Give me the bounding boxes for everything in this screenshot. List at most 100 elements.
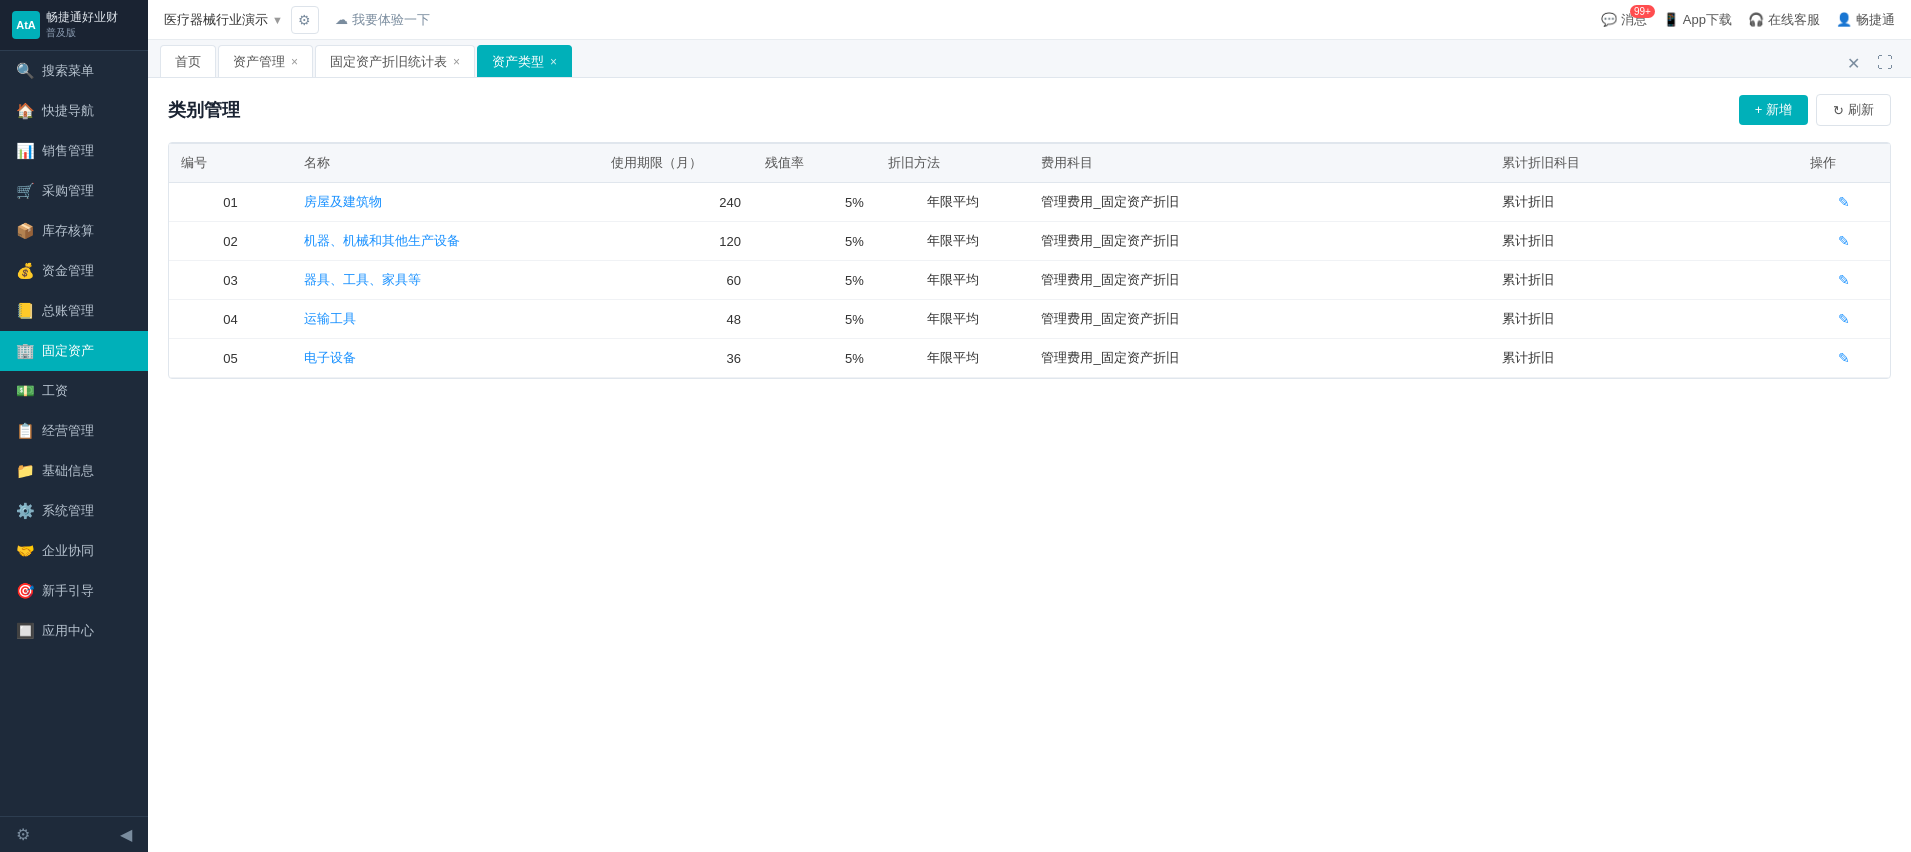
sidebar-icon-fixed: 🏢 <box>16 342 34 360</box>
tab-home[interactable]: 首页 <box>160 45 216 77</box>
user-item[interactable]: 👤 畅捷通 <box>1836 11 1895 29</box>
edit-button-2[interactable]: ✎ <box>1838 272 1850 288</box>
cell-accum-4: 累计折旧 <box>1490 339 1797 378</box>
collapse-icon[interactable]: ◀ <box>120 825 132 844</box>
name-link-1[interactable]: 机器、机械和其他生产设备 <box>304 233 460 248</box>
experience-button[interactable]: ☁ 我要体验一下 <box>335 11 430 29</box>
sidebar-label-enterprise: 企业协同 <box>42 542 94 560</box>
category-table: 编号 名称 使用期限（月） 残值率 折旧方法 费用科目 累计折旧科目 操作 01… <box>169 143 1890 378</box>
edit-button-4[interactable]: ✎ <box>1838 350 1850 366</box>
th-name: 名称 <box>292 144 599 183</box>
sidebar-label-purchase: 采购管理 <box>42 182 94 200</box>
cell-period-4: 36 <box>599 339 753 378</box>
tab-expand-btn[interactable]: ⛶ <box>1871 49 1899 77</box>
cell-name-0: 房屋及建筑物 <box>292 183 599 222</box>
project-selector[interactable]: 医疗器械行业演示 ▼ <box>164 11 283 29</box>
tab-fixed-table[interactable]: 固定资产折旧统计表 × <box>315 45 475 77</box>
sidebar-icon-system: ⚙️ <box>16 502 34 520</box>
tabs-controls: ✕ ⛶ <box>1839 49 1899 77</box>
tabs-bar: 首页 资产管理 × 固定资产折旧统计表 × 资产类型 × ✕ ⛶ <box>148 40 1911 78</box>
sidebar-icon-capital: 💰 <box>16 262 34 280</box>
service-icon: 🎧 <box>1748 12 1764 27</box>
new-button[interactable]: + 新增 <box>1739 95 1808 125</box>
sidebar-icon-salary: 💵 <box>16 382 34 400</box>
refresh-button[interactable]: ↻ 刷新 <box>1816 94 1891 126</box>
sidebar: AtA 畅捷通好业财 普及版 🔍 搜索菜单 🏠 快捷导航 📊 销售管理 🛒 采购… <box>0 0 148 852</box>
name-link-4[interactable]: 电子设备 <box>304 350 356 365</box>
online-service-item[interactable]: 🎧 在线客服 <box>1748 11 1820 29</box>
sidebar-item-appstore[interactable]: 🔲 应用中心 <box>0 611 148 651</box>
settings-button[interactable]: ⚙ <box>291 6 319 34</box>
sidebar-item-enterprise[interactable]: 🤝 企业协同 <box>0 531 148 571</box>
sidebar-item-basic[interactable]: 📁 基础信息 <box>0 451 148 491</box>
sidebar-item-quicknav[interactable]: 🏠 快捷导航 <box>0 91 148 131</box>
cell-expense-4: 管理费用_固定资产折旧 <box>1029 339 1490 378</box>
sidebar-icon-inventory: 📦 <box>16 222 34 240</box>
sidebar-label-salary: 工资 <box>42 382 68 400</box>
refresh-label: 刷新 <box>1848 101 1874 119</box>
cell-expense-2: 管理费用_固定资产折旧 <box>1029 261 1490 300</box>
tab-fixed-table-label: 固定资产折旧统计表 <box>330 53 447 71</box>
sidebar-label-sales: 销售管理 <box>42 142 94 160</box>
download-label: App下载 <box>1683 11 1732 29</box>
sidebar-item-inventory[interactable]: 📦 库存核算 <box>0 211 148 251</box>
sidebar-item-newguide[interactable]: 🎯 新手引导 <box>0 571 148 611</box>
sidebar-label-quicknav: 快捷导航 <box>42 102 94 120</box>
notification-item[interactable]: 💬 消息 99 <box>1601 11 1647 29</box>
edit-button-3[interactable]: ✎ <box>1838 311 1850 327</box>
service-label: 在线客服 <box>1768 11 1820 29</box>
sidebar-label-operation: 经营管理 <box>42 422 94 440</box>
cell-rate-4: 5% <box>753 339 876 378</box>
sidebar-label-newguide: 新手引导 <box>42 582 94 600</box>
experience-text: 我要体验一下 <box>352 11 430 29</box>
sidebar-item-operation[interactable]: 📋 经营管理 <box>0 411 148 451</box>
sidebar-label-fixed: 固定资产 <box>42 342 94 360</box>
sidebar-icon-appstore: 🔲 <box>16 622 34 640</box>
logo-text-block: 畅捷通好业财 普及版 <box>46 10 118 40</box>
tab-asset-mgmt[interactable]: 资产管理 × <box>218 45 313 77</box>
dropdown-icon: ▼ <box>272 14 283 26</box>
name-link-3[interactable]: 运输工具 <box>304 311 356 326</box>
table-head: 编号 名称 使用期限（月） 残值率 折旧方法 费用科目 累计折旧科目 操作 <box>169 144 1890 183</box>
cell-accum-1: 累计折旧 <box>1490 222 1797 261</box>
cell-expense-0: 管理费用_固定资产折旧 <box>1029 183 1490 222</box>
name-link-2[interactable]: 器具、工具、家具等 <box>304 272 421 287</box>
tab-close-btn[interactable]: ✕ <box>1839 49 1867 77</box>
sidebar-item-ledger[interactable]: 📒 总账管理 <box>0 291 148 331</box>
edit-button-1[interactable]: ✎ <box>1838 233 1850 249</box>
sidebar-label-search: 搜索菜单 <box>42 62 94 80</box>
edit-button-0[interactable]: ✎ <box>1838 194 1850 210</box>
sidebar-item-search[interactable]: 🔍 搜索菜单 <box>0 51 148 91</box>
username: 畅捷通 <box>1856 11 1895 29</box>
cell-code-1: 02 <box>169 222 292 261</box>
app-download-item[interactable]: 📱 App下载 <box>1663 11 1732 29</box>
logo-icon: AtA <box>12 11 40 39</box>
tab-asset-type[interactable]: 资产类型 × <box>477 45 572 77</box>
table-header-row: 编号 名称 使用期限（月） 残值率 折旧方法 费用科目 累计折旧科目 操作 <box>169 144 1890 183</box>
th-method: 折旧方法 <box>876 144 1030 183</box>
tab-asset-mgmt-close[interactable]: × <box>291 55 298 69</box>
avatar-icon: 👤 <box>1836 12 1852 27</box>
page-title: 类别管理 <box>168 98 240 122</box>
table-wrapper: 编号 名称 使用期限（月） 残值率 折旧方法 费用科目 累计折旧科目 操作 01… <box>168 142 1891 379</box>
table-row: 05 电子设备 36 5% 年限平均 管理费用_固定资产折旧 累计折旧 ✎ <box>169 339 1890 378</box>
sidebar-item-sales[interactable]: 📊 销售管理 <box>0 131 148 171</box>
cell-expense-3: 管理费用_固定资产折旧 <box>1029 300 1490 339</box>
sidebar-item-purchase[interactable]: 🛒 采购管理 <box>0 171 148 211</box>
sidebar-item-fixed[interactable]: 🏢 固定资产 <box>0 331 148 371</box>
page-content: 类别管理 + 新增 ↻ 刷新 编号 名称 使用期限（月） 残值率 折旧方法 <box>148 78 1911 852</box>
sidebar-logo[interactable]: AtA 畅捷通好业财 普及版 <box>0 0 148 51</box>
topbar: 医疗器械行业演示 ▼ ⚙ ☁ 我要体验一下 💬 消息 99 📱 App下载 🎧 … <box>148 0 1911 40</box>
sidebar-label-basic: 基础信息 <box>42 462 94 480</box>
sidebar-item-capital[interactable]: 💰 资金管理 <box>0 251 148 291</box>
cell-method-0: 年限平均 <box>876 183 1030 222</box>
settings-icon[interactable]: ⚙ <box>16 825 30 844</box>
sidebar-item-salary[interactable]: 💵 工资 <box>0 371 148 411</box>
sidebar-item-system[interactable]: ⚙️ 系统管理 <box>0 491 148 531</box>
project-name: 医疗器械行业演示 <box>164 11 268 29</box>
name-link-0[interactable]: 房屋及建筑物 <box>304 194 382 209</box>
th-action: 操作 <box>1798 144 1890 183</box>
tab-asset-type-close[interactable]: × <box>550 55 557 69</box>
tab-asset-type-label: 资产类型 <box>492 53 544 71</box>
tab-fixed-table-close[interactable]: × <box>453 55 460 69</box>
